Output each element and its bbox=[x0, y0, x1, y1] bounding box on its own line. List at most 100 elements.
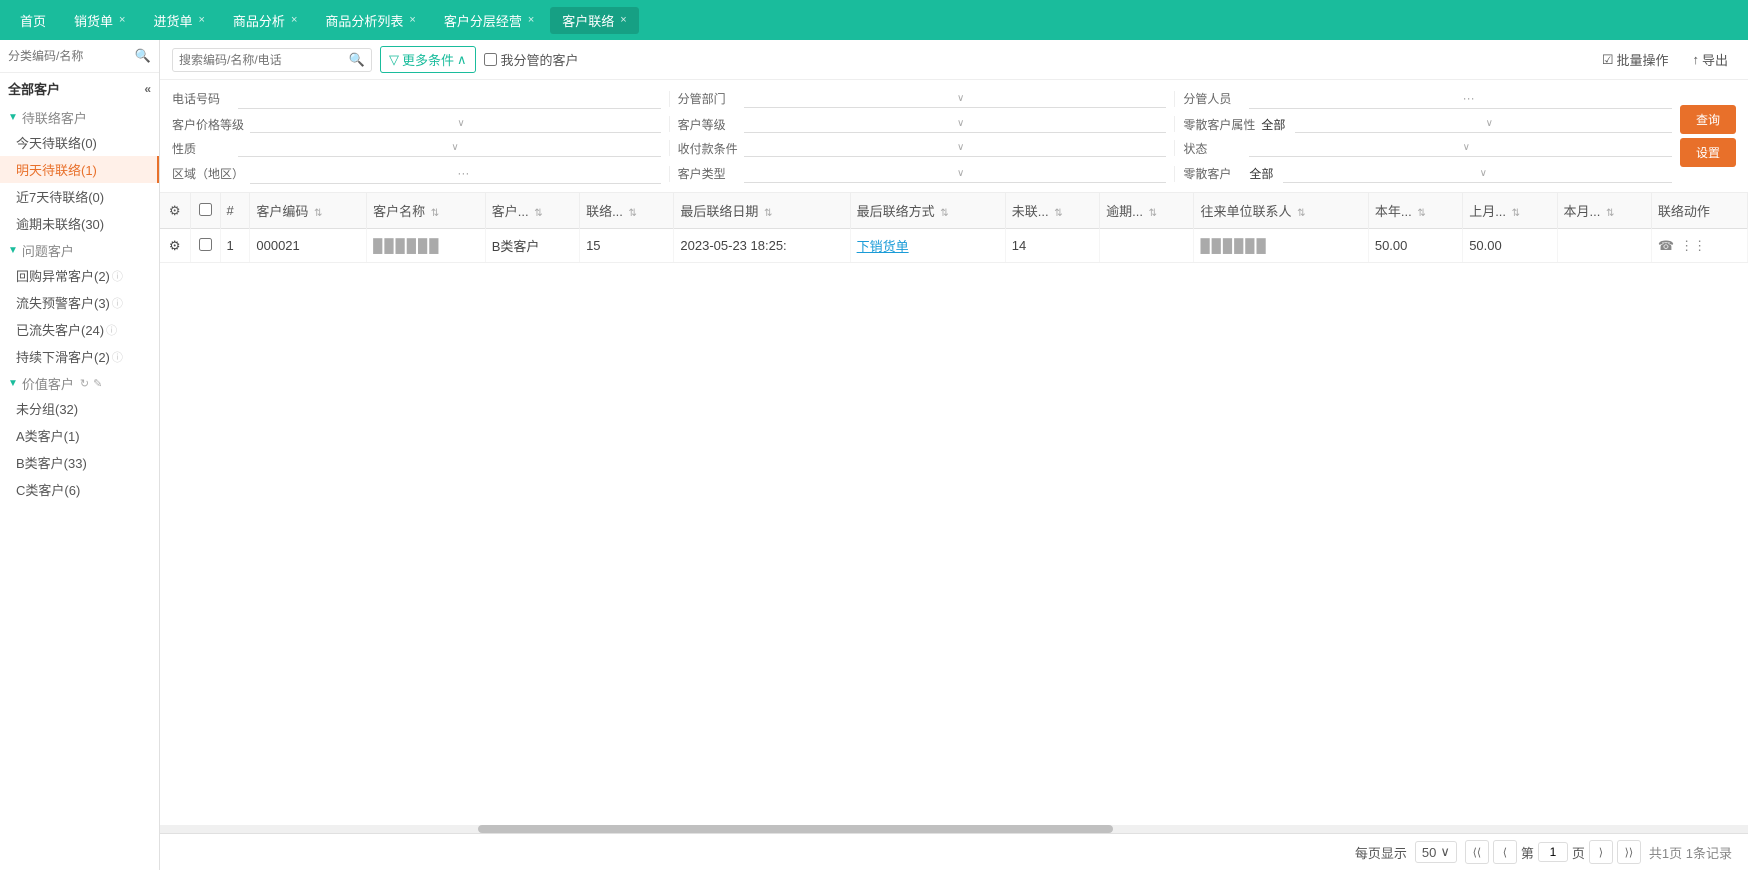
phone-action-icon[interactable]: ☎ bbox=[1658, 238, 1674, 254]
all-customers-header[interactable]: 全部客户 « bbox=[0, 73, 159, 104]
customer-level-select[interactable]: ∨ bbox=[744, 115, 1167, 133]
chevron-up-icon: ∧ bbox=[457, 52, 467, 68]
retail-customer-select[interactable]: ∨ bbox=[1283, 165, 1672, 183]
divider bbox=[1174, 140, 1175, 156]
sidebar-item-churned[interactable]: 已流失客户(24) ⓘ bbox=[0, 316, 159, 343]
edit-icon[interactable]: ✎ bbox=[93, 377, 102, 390]
region-select[interactable]: ··· bbox=[250, 163, 661, 184]
search-icon[interactable]: 🔍 bbox=[349, 52, 365, 68]
advanced-filters: 电话号码 分管部门 ∨ 分管人员 bbox=[160, 80, 1748, 193]
sidebar-item-a-class[interactable]: A类客户(1) bbox=[0, 422, 159, 449]
search-input[interactable] bbox=[179, 53, 345, 67]
close-icon[interactable]: × bbox=[119, 14, 125, 26]
sidebar-item-tomorrow[interactable]: 明天待联络(1) bbox=[0, 156, 159, 183]
export-icon: ↑ bbox=[1692, 52, 1699, 67]
more-conditions-btn[interactable]: ▽ 更多条件 ∧ bbox=[380, 46, 476, 73]
gear-column-header[interactable]: ⚙ bbox=[160, 193, 190, 229]
per-page-select[interactable]: 50 ∨ bbox=[1415, 841, 1457, 863]
last-month-header[interactable]: 上月... ⇅ bbox=[1463, 193, 1557, 229]
filter-price-level: 客户价格等级 ∨ bbox=[172, 115, 661, 133]
refresh-icon[interactable]: ↻ bbox=[80, 377, 89, 390]
sort-icon: ⇅ bbox=[1512, 208, 1520, 219]
dots-icon: ··· bbox=[1463, 91, 1670, 105]
close-icon[interactable]: × bbox=[620, 14, 626, 26]
page-input[interactable] bbox=[1538, 842, 1568, 862]
this-month-header[interactable]: 本月... ⇅ bbox=[1557, 193, 1651, 229]
sidebar-item-today[interactable]: 今天待联络(0) bbox=[0, 129, 159, 156]
sidebar-item-churn-warning[interactable]: 流失预警客户(3) ⓘ bbox=[0, 289, 159, 316]
chevron-down-icon: ∨ bbox=[457, 118, 658, 129]
nav-product-list[interactable]: 商品分析列表 × bbox=[313, 7, 427, 34]
sidebar-item-overdue[interactable]: 逾期未联络(30) bbox=[0, 210, 159, 237]
last-page-btn[interactable]: ⟩⟩ bbox=[1617, 840, 1641, 864]
type-column-header[interactable]: 客户... ⇅ bbox=[485, 193, 579, 229]
sidebar-item-7days[interactable]: 近7天待联络(0) bbox=[0, 183, 159, 210]
row-gear[interactable]: ⚙ bbox=[160, 229, 190, 263]
filter-row-1: 电话号码 分管部门 ∨ 分管人员 bbox=[172, 88, 1672, 109]
name-column-header[interactable]: 客户名称 ⇅ bbox=[367, 193, 486, 229]
phone-input[interactable] bbox=[238, 88, 661, 109]
person-select[interactable]: ··· bbox=[1249, 88, 1672, 109]
chevron-down-icon: ∨ bbox=[1486, 118, 1670, 129]
row-type: B类客户 bbox=[485, 229, 579, 263]
unit-contact-header[interactable]: 往来单位联系人 ⇅ bbox=[1194, 193, 1368, 229]
nav-product-analysis[interactable]: 商品分析 × bbox=[221, 7, 309, 34]
payment-select[interactable]: ∨ bbox=[744, 139, 1167, 157]
chevron-down-icon: ∨ bbox=[957, 93, 1164, 104]
nav-customer-segment[interactable]: 客户分层经营 × bbox=[432, 7, 546, 34]
next-page-btn[interactable]: ⟩ bbox=[1589, 840, 1613, 864]
page-label: 第 bbox=[1521, 843, 1534, 862]
nav-sales[interactable]: 销货单 × bbox=[62, 7, 137, 34]
group-pending-contact: ▼ 待联络客户 bbox=[0, 104, 159, 129]
sidebar-item-declining[interactable]: 持续下滑客户(2) ⓘ bbox=[0, 343, 159, 370]
close-icon[interactable]: × bbox=[198, 14, 204, 26]
my-customers-checkbox[interactable]: 我分管的客户 bbox=[484, 50, 579, 69]
row-actions: ☎ ⋮⋮ bbox=[1651, 229, 1747, 263]
info-icon: ⓘ bbox=[112, 295, 123, 311]
search-icon[interactable]: 🔍 bbox=[135, 48, 151, 64]
table-scrollbar[interactable] bbox=[160, 825, 1748, 833]
search-bar: 🔍 bbox=[172, 48, 372, 72]
close-icon[interactable]: × bbox=[409, 14, 415, 26]
uncontacted-header[interactable]: 未联... ⇅ bbox=[1005, 193, 1099, 229]
retail-attr-select[interactable]: ∨ bbox=[1295, 115, 1672, 133]
row-contacts: 15 bbox=[580, 229, 674, 263]
batch-ops-btn[interactable]: ☑ 批量操作 bbox=[1594, 47, 1677, 72]
sidebar-search-bar: 🔍 bbox=[0, 40, 159, 73]
price-level-select[interactable]: ∨ bbox=[250, 115, 661, 133]
dept-select[interactable]: ∨ bbox=[744, 90, 1167, 108]
overdue-header[interactable]: 逾期... ⇅ bbox=[1100, 193, 1194, 229]
filter-row-4: 区域（地区） ··· 客户类型 ∨ bbox=[172, 163, 1672, 184]
sidebar-item-b-class[interactable]: B类客户(33) bbox=[0, 449, 159, 476]
contacts-column-header[interactable]: 联络... ⇅ bbox=[580, 193, 674, 229]
select-all-checkbox[interactable] bbox=[199, 203, 212, 216]
triangle-icon: ▼ bbox=[8, 245, 18, 256]
close-icon[interactable]: × bbox=[528, 14, 534, 26]
chevron-down-icon: ∨ bbox=[957, 142, 1164, 153]
sidebar-item-ungrouped[interactable]: 未分组(32) bbox=[0, 395, 159, 422]
code-column-header[interactable]: 客户编码 ⇅ bbox=[250, 193, 367, 229]
customer-type-select[interactable]: ∨ bbox=[744, 165, 1167, 183]
row-checkbox[interactable] bbox=[190, 229, 220, 263]
my-customers-check[interactable] bbox=[484, 53, 497, 66]
settings-button[interactable]: 设置 bbox=[1680, 138, 1736, 167]
export-btn[interactable]: ↑ 导出 bbox=[1684, 47, 1736, 72]
nav-customer-contact[interactable]: 客户联络 × bbox=[550, 7, 638, 34]
nav-purchase[interactable]: 进货单 × bbox=[141, 7, 216, 34]
sidebar-item-repurchase-anomaly[interactable]: 回购异常客户(2) ⓘ bbox=[0, 262, 159, 289]
last-contact-method-header[interactable]: 最后联络方式 ⇅ bbox=[850, 193, 1005, 229]
scrollbar-thumb[interactable] bbox=[478, 825, 1113, 833]
status-select[interactable]: ∨ bbox=[1249, 139, 1672, 157]
first-page-btn[interactable]: ⟨⟨ bbox=[1465, 840, 1489, 864]
nature-select[interactable]: ∨ bbox=[238, 139, 661, 157]
this-year-header[interactable]: 本年... ⇅ bbox=[1368, 193, 1462, 229]
sidebar-search-input[interactable] bbox=[8, 49, 131, 63]
last-contact-date-header[interactable]: 最后联络日期 ⇅ bbox=[674, 193, 850, 229]
more-action-icon[interactable]: ⋮⋮ bbox=[1680, 238, 1706, 254]
prev-page-btn[interactable]: ⟨ bbox=[1493, 840, 1517, 864]
close-icon[interactable]: × bbox=[291, 14, 297, 26]
query-button[interactable]: 查询 bbox=[1680, 105, 1736, 134]
row-this-year: 50.00 bbox=[1368, 229, 1462, 263]
nav-home[interactable]: 首页 bbox=[8, 7, 58, 34]
sidebar-item-c-class[interactable]: C类客户(6) bbox=[0, 476, 159, 503]
